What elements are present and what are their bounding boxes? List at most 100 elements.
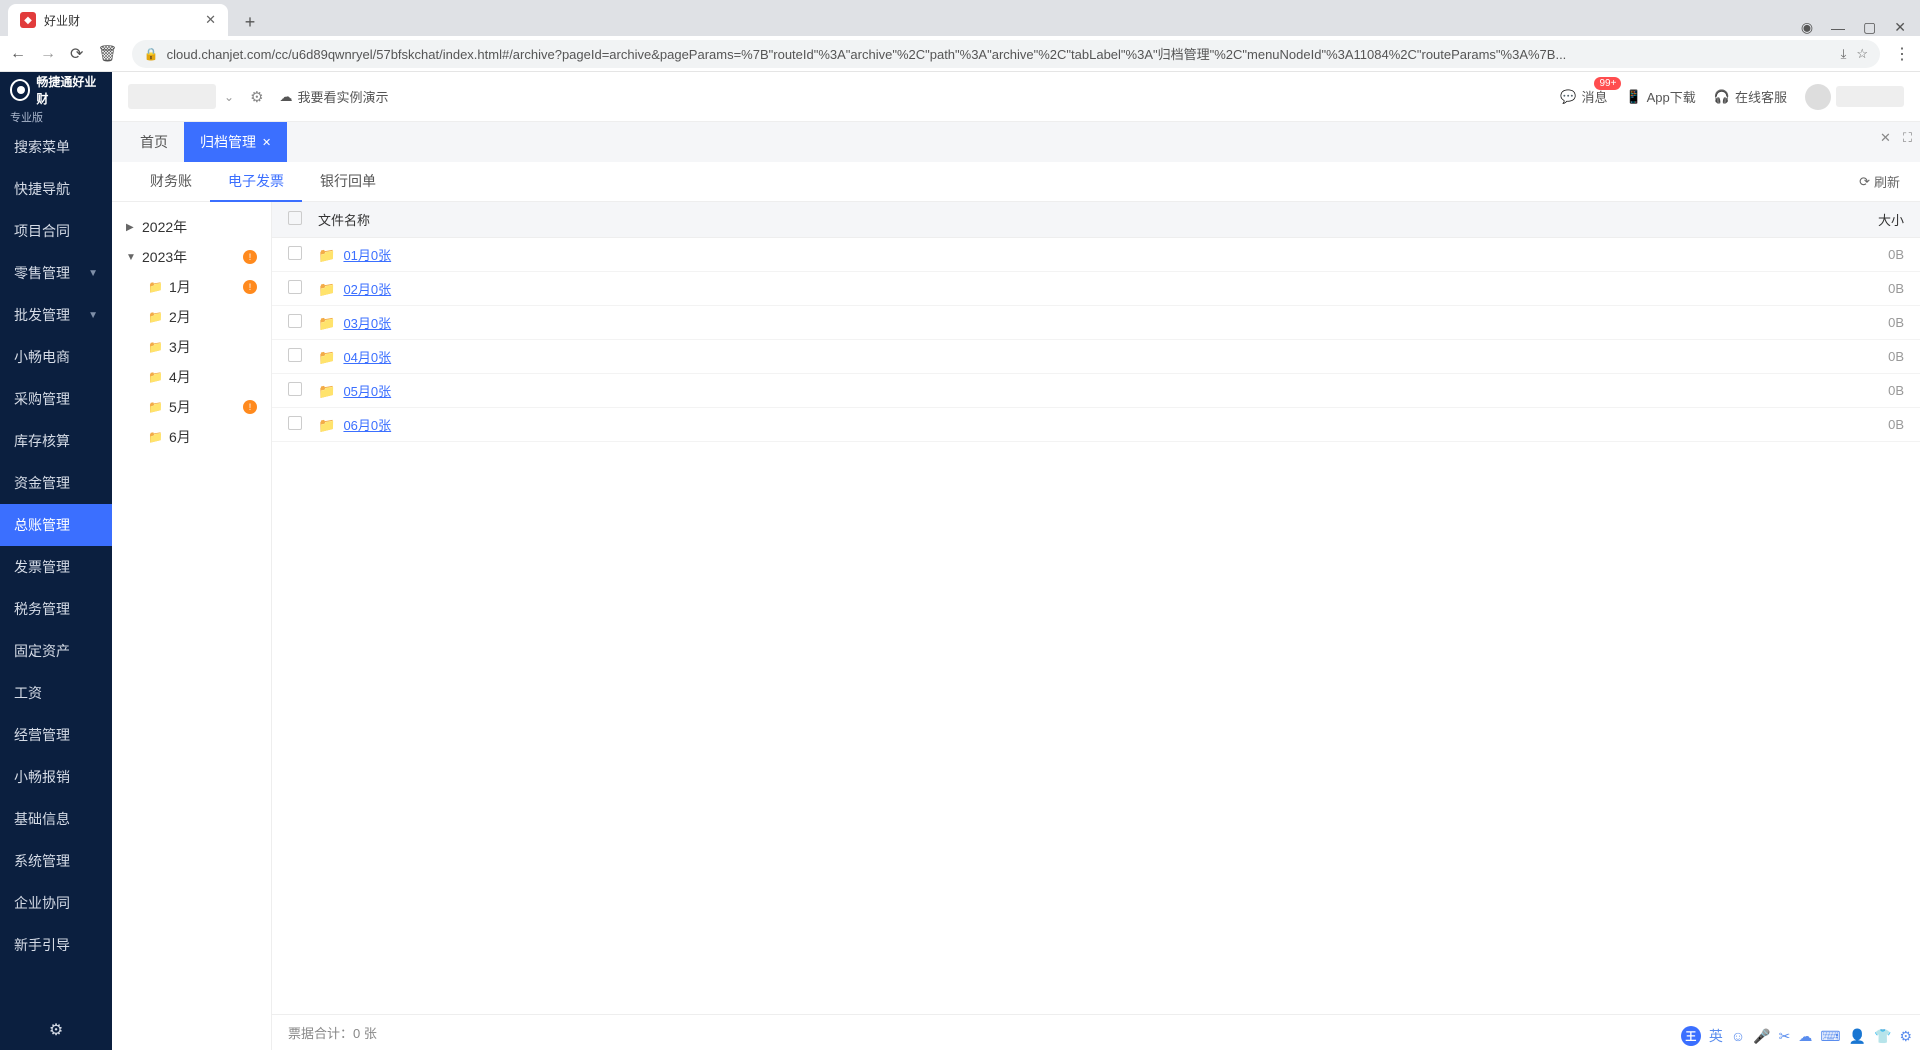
select-all-checkbox[interactable] <box>288 211 302 225</box>
close-all-tabs-icon[interactable]: ✕ <box>1880 130 1891 146</box>
tree-year[interactable]: ▼2023年! <box>112 242 271 272</box>
row-checkbox[interactable] <box>288 382 302 396</box>
folder-icon: 📁 <box>148 340 163 354</box>
forward-button[interactable]: → <box>40 45 56 63</box>
message-badge: 99+ <box>1594 77 1621 90</box>
sidebar-item[interactable]: 快捷导航 <box>0 168 112 210</box>
folder-icon: 📁 <box>318 315 335 331</box>
sidebar-item-label: 快捷导航 <box>14 179 70 199</box>
sidebar-item[interactable]: 总账管理 <box>0 504 112 546</box>
file-size: 0B <box>1824 383 1904 398</box>
reload-button[interactable]: ⟳ <box>70 44 83 64</box>
sidebar-item-label: 工资 <box>14 683 42 703</box>
install-icon[interactable]: ⤓ <box>1841 46 1847 62</box>
browser-tab[interactable]: ◆ 好业财 ✕ <box>8 4 228 36</box>
ime-shirt-icon[interactable]: 👕 <box>1874 1028 1891 1045</box>
row-checkbox[interactable] <box>288 314 302 328</box>
ime-settings-icon[interactable]: ⚙ <box>1899 1028 1912 1045</box>
refresh-label: 刷新 <box>1874 172 1900 191</box>
row-checkbox[interactable] <box>288 348 302 362</box>
sidebar-item[interactable]: 零售管理▼ <box>0 252 112 294</box>
tree-month[interactable]: 📁3月 <box>112 332 271 362</box>
file-link[interactable]: 05月0张 <box>343 384 391 399</box>
menu-icon[interactable]: ⋮ <box>1894 44 1910 64</box>
demo-link[interactable]: ☁ 我要看实例演示 <box>280 87 389 106</box>
sidebar-item-label: 小畅电商 <box>14 347 70 367</box>
org-selector[interactable]: ⌄ <box>128 84 234 109</box>
bookmark-icon[interactable]: ☆ <box>1856 46 1868 62</box>
row-checkbox[interactable] <box>288 416 302 430</box>
address-bar[interactable]: 🔒 cloud.chanjet.com/cc/u6d89qwnryel/57bf… <box>132 40 1880 68</box>
sidebar-item[interactable]: 发票管理 <box>0 546 112 588</box>
page-tab[interactable]: 归档管理✕ <box>184 122 287 162</box>
ime-logo[interactable]: 王 <box>1681 1026 1701 1046</box>
chevron-down-icon: ▼ <box>88 268 98 279</box>
sidebar-item[interactable]: 基础信息 <box>0 798 112 840</box>
row-checkbox[interactable] <box>288 280 302 294</box>
ime-cloud-icon[interactable]: ☁ <box>1798 1028 1812 1045</box>
sidebar-item[interactable]: 工资 <box>0 672 112 714</box>
ime-scissors-icon[interactable]: ✂ <box>1779 1028 1791 1045</box>
ime-keyboard-icon[interactable]: ⌨ <box>1820 1028 1840 1045</box>
account-icon[interactable]: ◉ <box>1801 19 1813 36</box>
ime-lang[interactable]: 英 <box>1709 1026 1723 1046</box>
tree-year-label: 2022年 <box>142 217 187 237</box>
file-link[interactable]: 04月0张 <box>343 350 391 365</box>
sidebar-item[interactable]: 库存核算 <box>0 420 112 462</box>
file-link[interactable]: 02月0张 <box>343 282 391 297</box>
new-tab-button[interactable]: + <box>236 8 264 36</box>
table-row: 📁05月0张 0B <box>272 374 1920 408</box>
tree-month[interactable]: 📁1月! <box>112 272 271 302</box>
sidebar-item[interactable]: 经营管理 <box>0 714 112 756</box>
close-tab-icon[interactable]: ✕ <box>262 136 271 149</box>
sidebar-item[interactable]: 固定资产 <box>0 630 112 672</box>
back-button[interactable]: ← <box>10 45 26 63</box>
sidebar-item[interactable]: 小畅电商 <box>0 336 112 378</box>
sidebar-item[interactable]: 企业协同 <box>0 882 112 924</box>
content-tab[interactable]: 财务账 <box>132 162 210 202</box>
sidebar-item[interactable]: 税务管理 <box>0 588 112 630</box>
content-tab[interactable]: 电子发票 <box>210 162 302 202</box>
file-link[interactable]: 03月0张 <box>343 316 391 331</box>
file-link[interactable]: 06月0张 <box>343 418 391 433</box>
close-tab-icon[interactable]: ✕ <box>205 12 216 28</box>
row-checkbox[interactable] <box>288 246 302 260</box>
tree-month[interactable]: 📁4月 <box>112 362 271 392</box>
tree-month[interactable]: 📁5月! <box>112 392 271 422</box>
sidebar-item[interactable]: 采购管理 <box>0 378 112 420</box>
sidebar-item[interactable]: 资金管理 <box>0 462 112 504</box>
tree-month[interactable]: 📁6月 <box>112 422 271 452</box>
sidebar-item[interactable]: 批发管理▼ <box>0 294 112 336</box>
ime-voice-icon[interactable]: 🎤 <box>1753 1028 1770 1045</box>
delete-icon[interactable]: 🗑 <box>97 44 117 64</box>
file-link[interactable]: 01月0张 <box>343 248 391 263</box>
user-menu[interactable] <box>1805 84 1904 110</box>
content-tab[interactable]: 银行回单 <box>302 162 394 202</box>
folder-icon: 📁 <box>318 247 335 263</box>
ime-emoji-icon[interactable]: ☺ <box>1731 1028 1745 1044</box>
sidebar-item[interactable]: 小畅报销 <box>0 756 112 798</box>
app-download-link[interactable]: 📱 App下载 <box>1625 87 1695 106</box>
org-name-placeholder <box>128 84 216 109</box>
gear-icon[interactable]: ⚙ <box>250 88 263 106</box>
fullscreen-icon[interactable]: ⛶ <box>1903 130 1912 146</box>
maximize-button[interactable]: ▢ <box>1863 19 1876 36</box>
sidebar-item-label: 系统管理 <box>14 851 70 871</box>
tree-year[interactable]: ▶2022年 <box>112 212 271 242</box>
alert-badge: ! <box>243 400 257 414</box>
minimize-button[interactable]: — <box>1831 20 1845 36</box>
user-name-placeholder <box>1836 86 1904 107</box>
sidebar-item[interactable]: 搜索菜单 <box>0 126 112 168</box>
support-link[interactable]: 🎧 在线客服 <box>1714 87 1787 106</box>
tree-month[interactable]: 📁2月 <box>112 302 271 332</box>
refresh-button[interactable]: ⟳ 刷新 <box>1859 172 1900 191</box>
page-tab[interactable]: 首页 <box>124 122 184 162</box>
close-window-button[interactable]: ✕ <box>1894 19 1906 36</box>
messages-link[interactable]: 💬 消息 99+ <box>1560 87 1607 106</box>
sidebar-item[interactable]: 项目合同 <box>0 210 112 252</box>
sidebar-item[interactable]: 系统管理 <box>0 840 112 882</box>
ime-person-icon[interactable]: 👤 <box>1849 1028 1866 1045</box>
sidebar-item[interactable]: 新手引导 <box>0 924 112 966</box>
settings-icon[interactable]: ⚙ <box>0 1010 112 1050</box>
window-controls: ◉ — ▢ ✕ <box>1801 19 1920 36</box>
